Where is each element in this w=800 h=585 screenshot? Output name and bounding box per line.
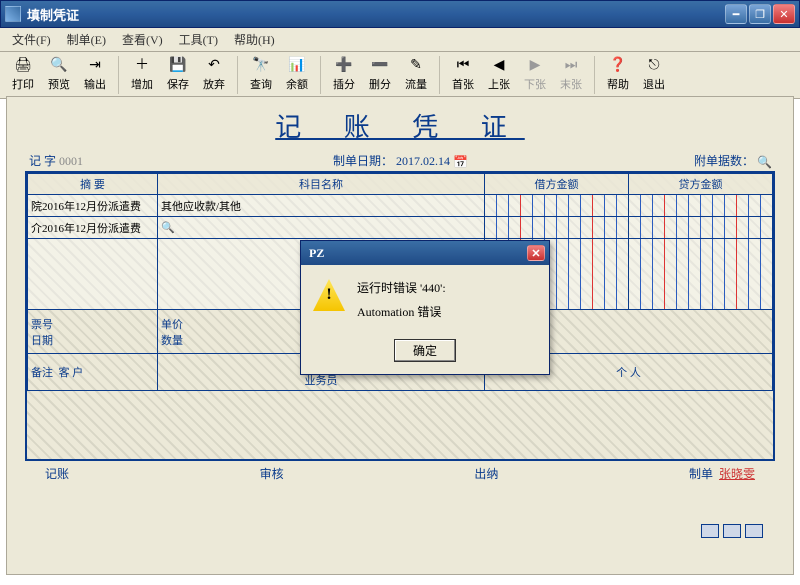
binoculars-icon: 🔭 [252,58,269,74]
voucher-heading: 记 账 凭 证 [25,107,775,144]
dialog-line2: Automation 错误 [357,303,446,321]
exit-icon: ⎋ [648,58,659,74]
add-icon: ＋ [135,58,149,74]
col-account: 科目名称 [158,174,485,195]
thumb-icon[interactable] [701,524,719,538]
window-title: 填制凭证 [27,5,725,24]
menu-view[interactable]: 查看(V) [116,29,169,50]
tb-delete[interactable]: ➖删分 [363,56,397,94]
output-icon: ⇥ [89,58,101,74]
tb-output[interactable]: ⇥输出 [78,56,112,94]
signer-maker-label: 制单 [689,467,713,481]
cell-account[interactable]: 其他应收款/其他 [158,195,485,217]
dialog-ok-button[interactable]: 确定 [394,339,456,362]
prev-icon: ◀ [494,58,505,74]
col-credit: 贷方金额 [629,174,773,195]
col-summary: 摘 要 [28,174,158,195]
menu-make[interactable]: 制单(E) [61,29,112,50]
menu-help[interactable]: 帮助(H) [228,29,281,50]
tb-prev[interactable]: ◀上张 [482,56,516,94]
warning-icon [313,279,345,311]
app-icon [5,6,21,22]
close-button[interactable]: ✕ [773,4,795,24]
thumb-icon[interactable] [745,524,763,538]
tb-help[interactable]: ❓帮助 [601,56,635,94]
cell-credit[interactable] [629,195,773,217]
thumb-icon[interactable] [723,524,741,538]
signer-entry: 记账 [45,465,69,482]
tb-flow[interactable]: ✎流量 [399,56,433,94]
cell-debit[interactable] [485,195,629,217]
dialog-line1: 运行时错误 '440': [357,279,446,297]
tb-first[interactable]: ⏮首张 [446,56,480,94]
tb-preview[interactable]: 🔍预览 [42,56,76,94]
tb-query[interactable]: 🔭查询 [244,56,278,94]
signer-audit: 审核 [260,465,284,482]
insert-row-icon: ➕ [335,58,352,74]
tb-save[interactable]: 💾保存 [161,56,195,94]
cell-debit[interactable] [485,217,629,239]
error-dialog: PZ ✕ 运行时错误 '440': Automation 错误 确定 [300,240,550,375]
help-icon: ❓ [609,58,626,74]
tb-abandon[interactable]: ↶放弃 [197,56,231,94]
minimize-button[interactable]: ━ [725,4,747,24]
image-thumbnails[interactable] [701,524,763,538]
tb-next: ▶下张 [518,56,552,94]
first-icon: ⏮ [457,58,470,74]
attach-lookup-icon[interactable]: 🔍 [757,155,771,169]
lookup-icon[interactable]: 🔍 [161,221,175,235]
col-debit: 借方金额 [485,174,629,195]
menu-file[interactable]: 文件(F) [6,29,57,50]
preview-icon: 🔍 [50,58,67,74]
table-row[interactable]: 院2016年12月份派遣费 其他应收款/其他 [28,195,773,217]
undo-icon: ↶ [208,58,220,74]
tb-last: ⏭末张 [554,56,588,94]
tb-print[interactable]: 🖨打印 [6,56,40,94]
voucher-date-label: 制单日期： [333,154,393,168]
cell-credit[interactable] [629,217,773,239]
maximize-button[interactable]: ❐ [749,4,771,24]
tb-add[interactable]: ＋增加 [125,56,159,94]
cell-account[interactable]: 🔍 [158,217,485,239]
tb-exit[interactable]: ⎋退出 [637,56,671,94]
cell-summary[interactable]: 院2016年12月份派遣费 [28,195,158,217]
cell-summary[interactable]: 介2016年12月份派遣费 [28,217,158,239]
next-icon: ▶ [530,58,541,74]
tb-balance[interactable]: 📊余额 [280,56,314,94]
menu-tool[interactable]: 工具(T) [173,29,224,50]
voucher-word-value[interactable]: 0001 [59,154,83,168]
table-row[interactable]: 介2016年12月份派遣费 🔍 [28,217,773,239]
signer-cashier: 出纳 [474,465,498,482]
dialog-title: PZ [305,246,527,261]
voucher-date-value[interactable]: 2017.02.14 [396,154,450,168]
signer-maker-name: 张晓雯 [719,467,755,481]
voucher-attach-label: 附单据数： [694,154,754,168]
chart-icon: 📊 [288,58,305,74]
delete-row-icon: ➖ [371,58,388,74]
voucher-word-label: 记 字 [29,154,56,168]
last-icon: ⏭ [565,58,578,74]
calendar-icon[interactable]: 📅 [453,155,467,169]
flow-icon: ✎ [410,58,422,74]
save-icon: 💾 [169,58,186,74]
dialog-close-button[interactable]: ✕ [527,245,545,261]
tb-insert[interactable]: ➕插分 [327,56,361,94]
print-icon: 🖨 [14,58,32,74]
